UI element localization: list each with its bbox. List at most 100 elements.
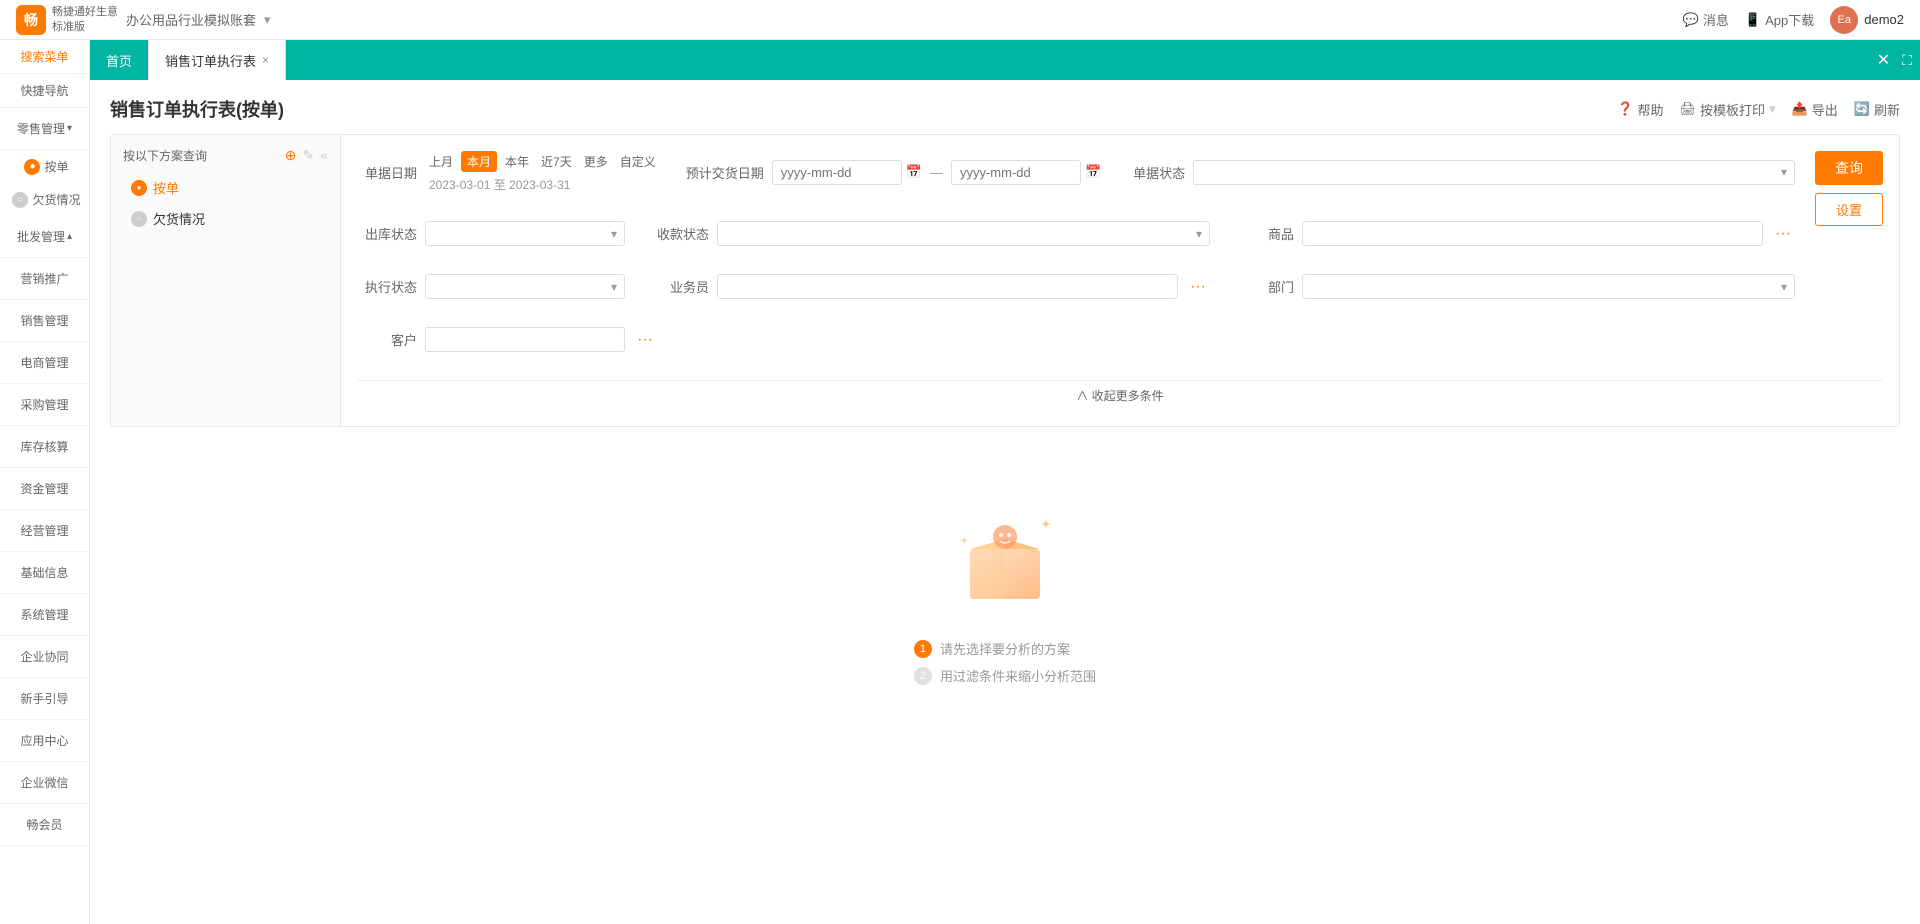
sidebar-item-enterprise[interactable]: 企业协同 [0,636,89,678]
filter-field-status: 单据状态 [1125,160,1795,185]
customer-more-icon[interactable]: ··· [633,331,657,349]
top-bar-right: 💬 消息 📱 App下载 Ea demo2 [1683,6,1904,34]
filter-field-exec: 执行状态 [357,274,625,299]
filter-field-customer: 客户 ··· [357,327,657,352]
goods-more-icon[interactable]: ··· [1771,225,1795,243]
scheme-icon-按单: ● [131,180,147,196]
empty-state: ✦ ✦ ✦ 1 请先选择要分析的方案 2 用过滤条件来缩小分析范围 [90,439,1920,753]
help-icon: ❓ [1617,101,1633,117]
tab-label: 销售订单执行表 [165,51,256,70]
sidebar: 搜索菜单 快捷导航 零售管理 ▾ ● 按单 ○ 欠货情况 批发管理 ▴ [0,40,90,924]
filter-field-outbound: 出库状态 [357,221,625,246]
app-download-button[interactable]: 📱 App下载 [1745,10,1814,29]
date-tab-本年[interactable]: 本年 [501,151,533,172]
scheme-item-欠货[interactable]: ○ 欠货情况 [123,203,328,234]
status-select[interactable] [1193,160,1795,185]
salesperson-input[interactable] [717,274,1178,299]
receipt-select[interactable] [717,221,1210,246]
按单-icon: ● [24,159,40,175]
sidebar-item-system[interactable]: 系统管理 [0,594,89,636]
tab-close-icon[interactable]: × [262,53,269,67]
sidebar-item-inventory[interactable]: 库存核算 [0,426,89,468]
sidebar-item-basic[interactable]: 基础信息 [0,552,89,594]
filter-scheme-actions: ⊕ ✎ « [285,147,328,164]
sidebar-item-corpwx[interactable]: 企业微信 [0,762,89,804]
filter-scheme-panel: 按以下方案查询 ⊕ ✎ « ● 按单 ○ [111,135,341,426]
sidebar-item-operation[interactable]: 经营管理 [0,510,89,552]
sidebar-item-appcenter[interactable]: 应用中心 [0,720,89,762]
filter-field-salesperson: 业务员 ··· [649,274,1210,299]
collapse-icon: ∧ [1076,389,1091,403]
refresh-button[interactable]: 🔄 刷新 [1854,100,1900,119]
user-name: demo2 [1864,12,1904,27]
date-tabs: 上月 本月 本年 近7天 更多 自定义 [425,151,660,172]
collapse-button[interactable]: ∧ 收起更多条件 [357,380,1883,410]
sidebar-item-vip[interactable]: 畅会员 [0,804,89,846]
svg-text:✦: ✦ [960,536,968,547]
refresh-icon: 🔄 [1854,101,1870,117]
date-to-calendar-icon[interactable]: 📅 [1085,164,1101,180]
sidebar-sub-欠货[interactable]: ○ 欠货情况 [0,183,89,216]
empty-tip-1: 1 请先选择要分析的方案 [914,639,1096,658]
print-button[interactable]: 🖨 按模板打印 ▾ [1680,100,1776,119]
sidebar-item-wholesale[interactable]: 批发管理 ▴ [0,216,89,258]
tab-sales-execution[interactable]: 销售订单执行表 × [149,40,286,80]
filter-field-dept: 部门 [1234,274,1795,299]
content-area: 首页 销售订单执行表 × ✕ ⛶ 销售订单执行表(按单) [90,40,1920,924]
customer-input[interactable] [425,327,625,352]
sidebar-sub-按单[interactable]: ● 按单 [0,150,89,183]
logo-area: 畅 畅捷通好生意 标准版 [16,5,118,35]
expected-date-from-input[interactable] [772,160,902,185]
page-content: 销售订单执行表(按单) ❓ 帮助 🖨 按模板打印 ▾ 📤 [90,80,1920,924]
edit-scheme-icon[interactable]: ✎ [302,147,314,164]
tab-bar: 首页 销售订单执行表 × ✕ ⛶ [90,40,1920,80]
filter-field-goods: 商品 ··· [1234,221,1795,246]
page-header: 销售订单执行表(按单) ❓ 帮助 🖨 按模板打印 ▾ 📤 [90,80,1920,122]
date-tab-本月[interactable]: 本月 [461,151,497,172]
logo-text: 畅捷通好生意 标准版 [52,5,118,34]
print-dropdown-icon[interactable]: ▾ [1769,101,1776,117]
goods-input[interactable] [1302,221,1763,246]
date-tab-更多[interactable]: 更多 [580,151,612,172]
user-area[interactable]: Ea demo2 [1830,6,1904,34]
sidebar-item-ecommerce[interactable]: 电商管理 [0,342,89,384]
sidebar-item-marketing[interactable]: 营销推广 [0,258,89,300]
message-button[interactable]: 💬 消息 [1683,10,1729,29]
sidebar-quick-nav[interactable]: 快捷导航 [0,74,89,108]
expected-date-to-input[interactable] [951,160,1081,185]
outbound-select[interactable] [425,221,625,246]
settings-button[interactable]: 设置 [1815,193,1883,226]
scheme-icon-欠货: ○ [131,211,147,227]
page-header-actions: ❓ 帮助 🖨 按模板打印 ▾ 📤 导出 🔄 [1617,100,1900,119]
sidebar-item-retail[interactable]: 零售管理 ▾ [0,108,89,150]
help-button[interactable]: ❓ 帮助 [1617,100,1663,119]
filter-row-1: 单据日期 上月 本月 本年 近7天 更多 [357,151,1795,193]
breadcrumb-dropdown-icon[interactable]: ▾ [264,12,271,28]
svg-text:✦: ✦ [1030,547,1037,556]
window-close-icon[interactable]: ✕ [1877,50,1890,70]
top-bar: 畅 畅捷通好生意 标准版 办公用品行业模拟账套 ▾ 💬 消息 📱 App下载 [0,0,1920,40]
scheme-item-按单[interactable]: ● 按单 [123,172,328,203]
date-tab-近7天[interactable]: 近7天 [537,151,576,172]
sidebar-item-purchase[interactable]: 采购管理 [0,384,89,426]
exec-select[interactable] [425,274,625,299]
collapse-scheme-icon[interactable]: « [320,147,328,164]
tip-num-2: 2 [914,667,932,685]
sidebar-search[interactable]: 搜索菜单 [0,40,89,74]
sidebar-item-finance[interactable]: 资金管理 [0,468,89,510]
salesperson-more-icon[interactable]: ··· [1186,278,1210,296]
dept-select[interactable] [1302,274,1795,299]
sidebar-item-sales[interactable]: 销售管理 [0,300,89,342]
export-button[interactable]: 📤 导出 [1792,100,1838,119]
window-maximize-icon[interactable]: ⛶ [1902,52,1912,69]
欠货-icon: ○ [12,192,28,208]
date-from-calendar-icon[interactable]: 📅 [906,164,922,180]
query-button[interactable]: 查询 [1815,151,1883,185]
date-tab-上月[interactable]: 上月 [425,151,457,172]
sidebar-item-newbie[interactable]: 新手引导 [0,678,89,720]
print-icon: 🖨 [1680,101,1697,117]
tab-bar-right: ✕ ⛶ [1869,40,1920,80]
add-scheme-icon[interactable]: ⊕ [285,147,297,164]
date-tab-自定义[interactable]: 自定义 [616,151,660,172]
tab-home[interactable]: 首页 [90,40,149,80]
